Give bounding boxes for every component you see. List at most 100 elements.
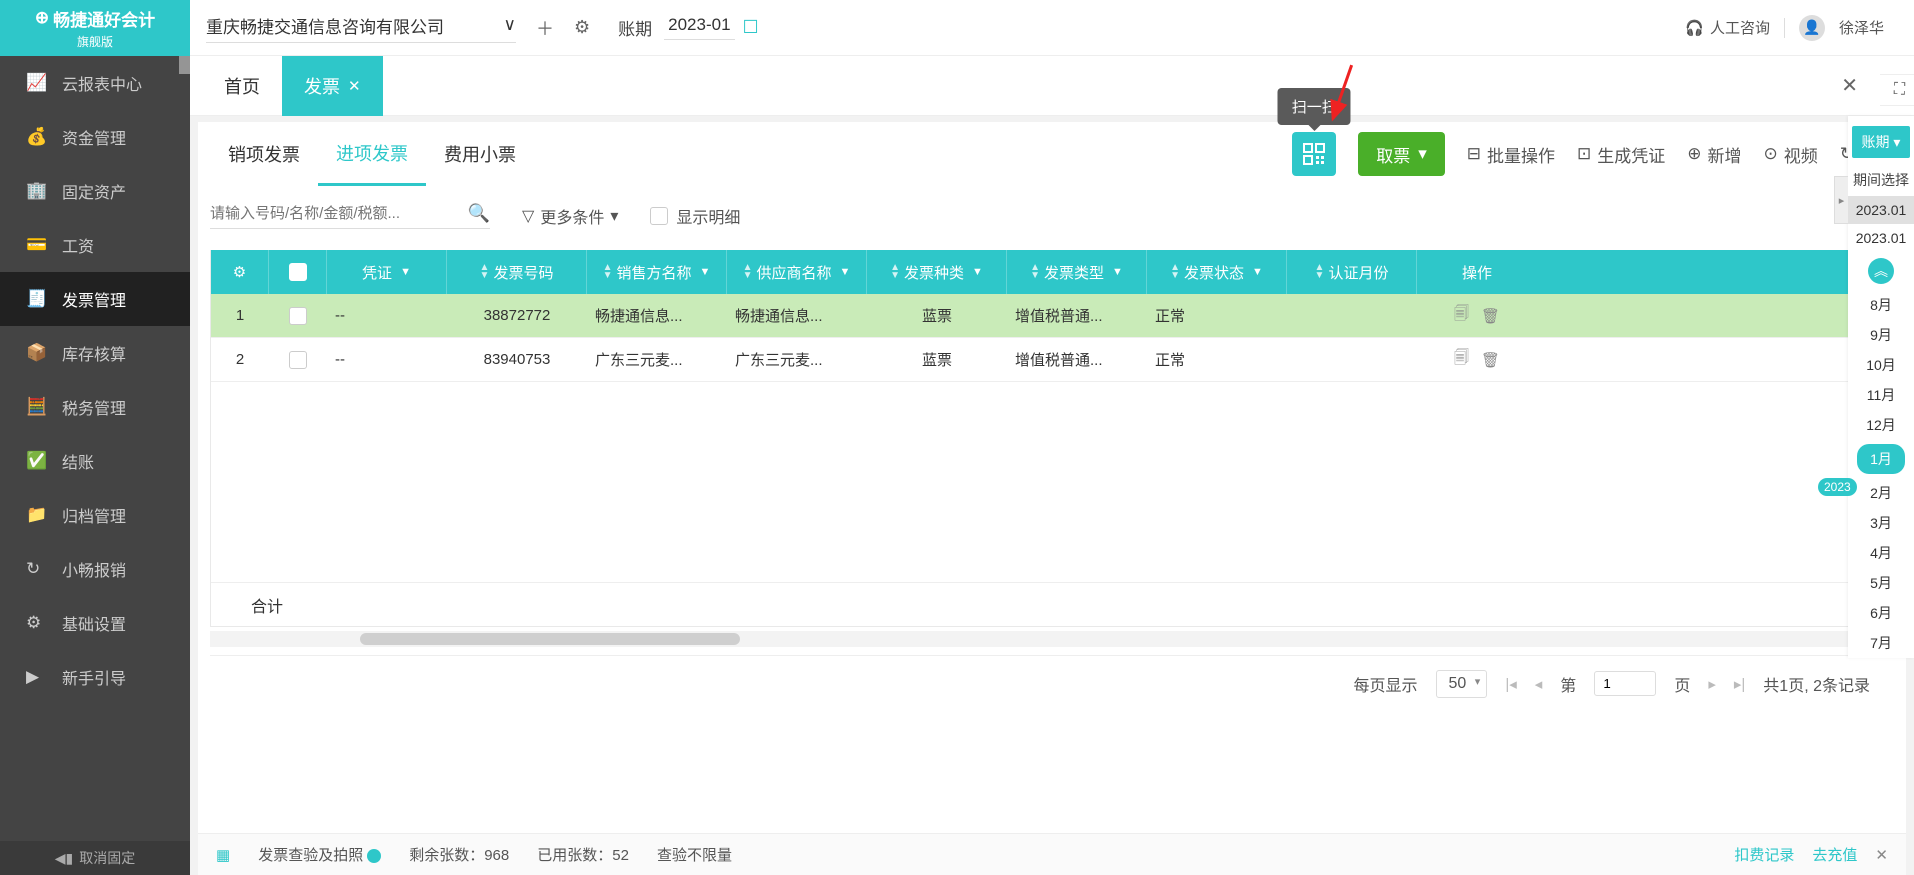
tab-home[interactable]: 首页 <box>202 56 282 116</box>
close-all-tabs[interactable]: ✕ <box>1841 73 1858 98</box>
period-value[interactable]: 2023-01 <box>664 15 734 40</box>
cell-chk[interactable] <box>269 338 327 381</box>
avatar[interactable]: 👤 <box>1799 15 1825 41</box>
gen-voucher-button[interactable]: ⊡生成凭证 <box>1577 142 1665 167</box>
horizontal-scrollbar[interactable] <box>210 631 1894 647</box>
view-icon[interactable]: 🗐 <box>1454 303 1469 328</box>
period-dropdown[interactable]: 账期 ▾ <box>1852 126 1910 158</box>
month-12月[interactable]: 12月 <box>1848 410 1914 440</box>
sidebar-item-close[interactable]: ✅结账 <box>0 434 190 488</box>
subtab-purchase[interactable]: 进项发票 <box>318 122 426 186</box>
search-input[interactable] <box>210 205 468 222</box>
th-supplier[interactable]: ▲▼供应商名称▼ <box>727 250 867 294</box>
get-invoice-button[interactable]: 取票▾ <box>1358 132 1445 176</box>
qr-scan-button[interactable]: 扫一扫 <box>1292 132 1336 176</box>
company-selector[interactable]: 重庆畅捷交通信息咨询有限公司 ∨ <box>206 13 516 43</box>
calendar-icon[interactable]: ☐ <box>743 17 759 38</box>
expand-icon[interactable]: ⛶ <box>1880 74 1914 106</box>
search-icon[interactable]: 🔍 <box>468 203 490 224</box>
verify-label: 发票查验及拍照 <box>258 847 363 864</box>
remain-label: 剩余张数： <box>409 847 484 864</box>
month-4月[interactable]: 4月 <box>1848 538 1914 568</box>
subtab-expense[interactable]: 费用小票 <box>426 122 534 186</box>
sidebar-item-guide[interactable]: ▶新手引导 <box>0 650 190 704</box>
fee-log-link[interactable]: 扣费记录 <box>1734 844 1794 865</box>
tab-invoice[interactable]: 发票✕ <box>282 56 383 116</box>
th-cert[interactable]: 凭证▼ <box>327 250 447 294</box>
month-8月[interactable]: 8月 <box>1848 290 1914 320</box>
view-icon[interactable]: 🗐 <box>1454 347 1469 372</box>
page-input[interactable] <box>1594 671 1656 696</box>
show-detail-toggle[interactable]: 显示明细 <box>650 204 740 228</box>
scroll-up-icon[interactable]: ︽ <box>1868 258 1894 284</box>
delete-icon[interactable]: 🗑 <box>1481 307 1500 325</box>
cell-kind: 蓝票 <box>867 338 1007 381</box>
month-2月[interactable]: 2月 <box>1848 478 1914 508</box>
month-10月[interactable]: 10月 <box>1848 350 1914 380</box>
cell-chk[interactable] <box>269 294 327 337</box>
sidebar-item-asset[interactable]: 🏢固定资产 <box>0 164 190 218</box>
sidebar-item-invoice[interactable]: 🧾发票管理 <box>0 272 190 326</box>
month-1月[interactable]: 1月 <box>1857 444 1905 474</box>
month-3月[interactable]: 3月 <box>1848 508 1914 538</box>
sidebar-item-stock[interactable]: 📦库存核算 <box>0 326 190 380</box>
sort-icon: ▲▼ <box>1030 264 1040 280</box>
next-page-icon[interactable]: ▸ <box>1708 675 1716 693</box>
first-page-icon[interactable]: |◂ <box>1505 675 1516 693</box>
add-icon[interactable]: ＋ <box>536 15 554 41</box>
th-checkbox[interactable] <box>269 250 327 294</box>
th-type[interactable]: ▲▼发票类型▼ <box>1007 250 1147 294</box>
sidebar-item-reimburse[interactable]: ↻小畅报销 <box>0 542 190 596</box>
th-month[interactable]: ▲▼认证月份 <box>1287 250 1417 294</box>
th-status[interactable]: ▲▼发票状态▼ <box>1147 250 1287 294</box>
sidebar-item-salary[interactable]: 💳工资 <box>0 218 190 272</box>
cell-month <box>1287 294 1417 337</box>
close-icon[interactable]: ✕ <box>348 77 361 95</box>
month-11月[interactable]: 11月 <box>1848 380 1914 410</box>
month-6月[interactable]: 6月 <box>1848 598 1914 628</box>
box-icon: 📦 <box>26 343 46 363</box>
month-7月[interactable]: 7月 <box>1848 628 1914 658</box>
table-row[interactable]: 1 -- 38872772 畅捷通信息... 畅捷通信息... 蓝票 增值税普通… <box>211 294 1893 338</box>
filter-icon: ▼ <box>1252 266 1263 278</box>
th-kind[interactable]: ▲▼发票种类▼ <box>867 250 1007 294</box>
collapse-icon[interactable]: ▸ <box>1834 176 1848 224</box>
sidebar-item-settings[interactable]: ⚙基础设置 <box>0 596 190 650</box>
sidebar-item-report[interactable]: 📈云报表中心 <box>0 56 190 110</box>
table-body: 1 -- 38872772 畅捷通信息... 畅捷通信息... 蓝票 增值税普通… <box>211 294 1893 382</box>
month-5月[interactable]: 5月 <box>1848 568 1914 598</box>
footer-bar: ▦ 发票查验及拍照 剩余张数：968 已用张数：52 查验不限量 扣费记录 去充… <box>198 833 1906 875</box>
th-num[interactable]: ▲▼发票号码 <box>447 250 587 294</box>
scrollbar-thumb[interactable] <box>360 633 740 645</box>
th-settings[interactable]: ⚙ <box>211 250 269 294</box>
headset-icon: 🎧 <box>1685 19 1704 37</box>
th-seller[interactable]: ▲▼销售方名称▼ <box>587 250 727 294</box>
sidebar-item-archive[interactable]: 📁归档管理 <box>0 488 190 542</box>
add-button[interactable]: ⊕新增 <box>1687 142 1741 167</box>
range-from[interactable]: 2023.01 <box>1848 196 1914 224</box>
support-link[interactable]: 🎧人工咨询 <box>1685 17 1770 38</box>
verify-photo[interactable]: 发票查验及拍照 <box>258 844 381 865</box>
gear-icon[interactable]: ⚙ <box>574 17 590 38</box>
sidebar-item-fund[interactable]: 💰资金管理 <box>0 110 190 164</box>
delete-icon[interactable]: 🗑 <box>1481 351 1500 369</box>
cell-idx: 1 <box>211 294 269 337</box>
month-list: 8月9月10月11月12月1月20232月3月4月5月6月7月 <box>1848 290 1914 658</box>
prev-page-icon[interactable]: ◂ <box>1535 675 1543 693</box>
sidebar-unpin[interactable]: ◀▮取消固定 <box>0 841 190 875</box>
cell-op: 🗐🗑 <box>1417 294 1537 337</box>
more-conditions[interactable]: ▽更多条件▾ <box>522 204 618 228</box>
last-page-icon[interactable]: ▸| <box>1734 675 1745 693</box>
subtab-sales[interactable]: 销项发票 <box>210 122 318 186</box>
cell-idx: 2 <box>211 338 269 381</box>
sidebar-item-tax[interactable]: 🧮税务管理 <box>0 380 190 434</box>
table-row[interactable]: 2 -- 83940753 广东三元麦... 广东三元麦... 蓝票 增值税普通… <box>211 338 1893 382</box>
recharge-link[interactable]: 去充值 <box>1812 844 1857 865</box>
range-to[interactable]: 2023.01 <box>1848 224 1914 252</box>
per-page-select[interactable]: 50 <box>1436 670 1488 698</box>
month-9月[interactable]: 9月 <box>1848 320 1914 350</box>
batch-label: 批量操作 <box>1487 142 1555 167</box>
video-button[interactable]: ⊙视频 <box>1764 142 1818 167</box>
close-icon[interactable]: ✕ <box>1875 846 1888 864</box>
batch-button[interactable]: ⊟批量操作 <box>1467 142 1555 167</box>
